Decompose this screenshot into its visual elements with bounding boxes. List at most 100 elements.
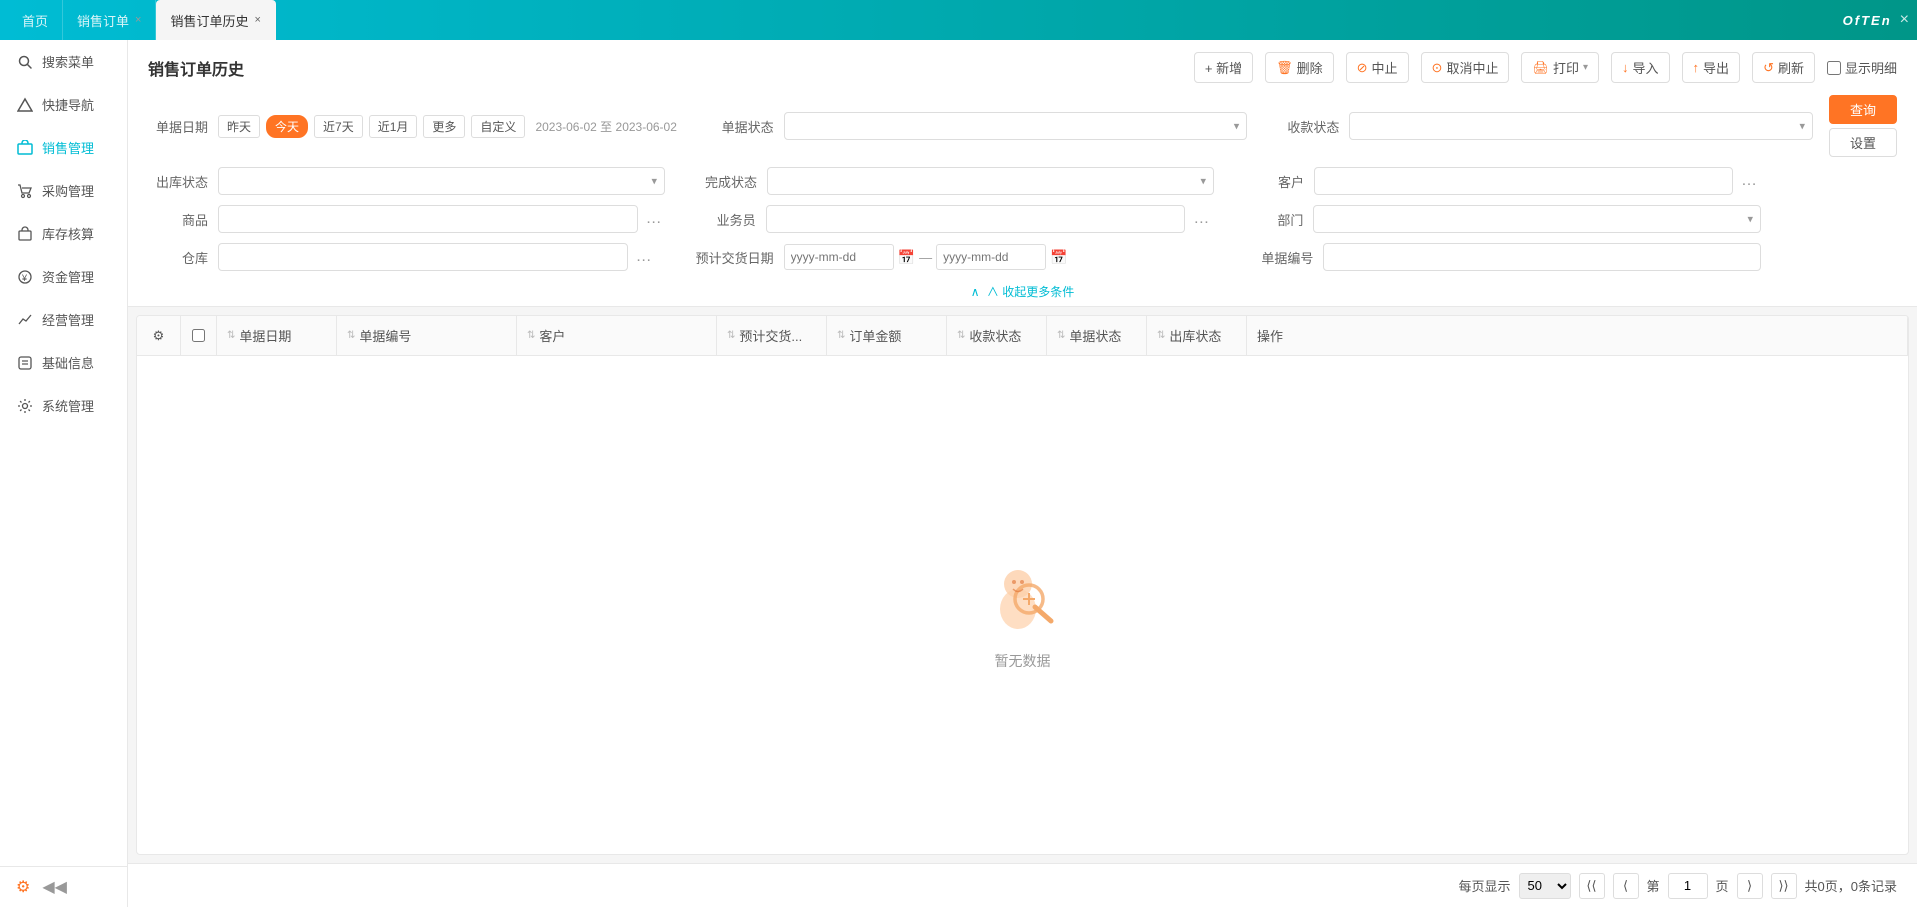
ship-status-label: 出库状态 [148, 172, 218, 191]
bill-no-input[interactable] [1323, 243, 1761, 271]
bill-status-select[interactable] [784, 112, 1248, 140]
th-checkbox[interactable] [181, 316, 217, 355]
sidebar-settings-icon[interactable]: ⚙ [16, 877, 30, 897]
th-delivery[interactable]: ⇅ 预计交货... [717, 316, 827, 355]
bill-no-wrapper [1323, 243, 1761, 271]
display-checkbox[interactable] [1827, 61, 1841, 75]
sidebar-item-search[interactable]: 搜索菜单 [0, 40, 127, 83]
th-customer[interactable]: ⇅ 客户 [517, 316, 717, 355]
today-btn[interactable]: 今天 [266, 115, 308, 138]
select-all-checkbox[interactable] [192, 329, 205, 342]
salesman-dots[interactable]: … [1189, 210, 1213, 228]
th-ship-status[interactable]: ⇅ 出库状态 [1147, 316, 1247, 355]
th-pay-status[interactable]: ⇅ 收款状态 [947, 316, 1047, 355]
print-dropdown-icon: ▾ [1583, 62, 1588, 73]
cancel-stop-button[interactable]: ⊙ 取消中止 [1421, 52, 1510, 83]
pagination: 每页显示 50 10 20 100 ⟨⟨ ⟨ 第 页 ⟩ ⟩⟩ 共0页，0条记录 [128, 863, 1917, 907]
sidebar-item-capital[interactable]: ¥ 资金管理 [0, 255, 127, 298]
display-toggle[interactable]: 显示明细 [1827, 58, 1897, 77]
top-bar-right: OfTEn × [1843, 11, 1909, 29]
operation-icon [16, 311, 34, 329]
sidebar-label-operation: 经营管理 [42, 310, 94, 329]
sidebar-item-sales[interactable]: 销售管理 [0, 126, 127, 169]
prev-page-button[interactable]: ⟨ [1613, 873, 1639, 899]
salesman-input[interactable] [766, 205, 1186, 233]
collapse-bar[interactable]: ∧ ∧ 收起更多条件 [148, 277, 1897, 306]
settings-button[interactable]: 设置 [1829, 128, 1897, 157]
goods-dots[interactable]: … [642, 210, 666, 228]
custom-date-btn[interactable]: 自定义 [471, 115, 525, 138]
warehouse-input[interactable] [218, 243, 628, 271]
search-icon [16, 53, 34, 71]
calendar-from-icon[interactable]: 📅 [898, 249, 915, 266]
th-bill-date[interactable]: ⇅ 单据日期 [217, 316, 337, 355]
sidebar-item-sys-admin[interactable]: 系统管理 [0, 384, 127, 427]
sidebar-label-sales: 销售管理 [42, 138, 94, 157]
sort-icon-delivery: ⇅ [727, 330, 735, 341]
export-button[interactable]: ↑ 导出 [1682, 52, 1741, 83]
tab-home[interactable]: 首页 [8, 0, 63, 40]
sidebar-item-basic-info[interactable]: 基础信息 [0, 341, 127, 384]
th-bill-status[interactable]: ⇅ 单据状态 [1047, 316, 1147, 355]
quick-nav-icon [16, 96, 34, 114]
tab-sales-order-history[interactable]: 销售订单历史 × [156, 0, 275, 40]
warehouse-dots[interactable]: … [632, 248, 656, 266]
expected-date-from[interactable] [784, 244, 894, 270]
page-size-select[interactable]: 50 10 20 100 [1519, 873, 1571, 899]
goods-wrapper: … [218, 205, 666, 233]
window-close-button[interactable]: × [1900, 11, 1909, 29]
goods-input[interactable] [218, 205, 638, 233]
close-tab-sales-order-history[interactable]: × [254, 14, 260, 26]
stop-button[interactable]: ⊘ 中止 [1346, 52, 1409, 83]
expected-date-to[interactable] [936, 244, 1046, 270]
next-page-button[interactable]: ⟩ [1737, 873, 1763, 899]
calendar-to-icon[interactable]: 📅 [1050, 249, 1067, 266]
sidebar-bottom: ⚙ ◀◀ [0, 866, 127, 907]
pay-status-select[interactable] [1349, 112, 1813, 140]
sidebar-item-quick-nav[interactable]: 快捷导航 [0, 83, 127, 126]
last-page-button[interactable]: ⟩⟩ [1771, 873, 1797, 899]
ship-status-wrapper: ▾ [218, 167, 665, 195]
import-button[interactable]: ↓ 导入 [1611, 52, 1670, 83]
last-month-btn[interactable]: 近1月 [369, 115, 418, 138]
page-number-input[interactable] [1668, 873, 1708, 899]
close-tab-sales-order[interactable]: × [135, 14, 141, 26]
filter-row-3: 商品 … 业务员 … 部门 ▾ [148, 205, 1897, 233]
sidebar-label-capital: 资金管理 [42, 267, 94, 286]
query-button[interactable]: 查询 [1829, 95, 1897, 124]
tab-sales-order[interactable]: 销售订单 × [63, 0, 156, 40]
print-button[interactable]: 🖨 打印 ▾ [1521, 52, 1599, 83]
column-settings-icon[interactable]: ⚙ [153, 328, 165, 344]
page-label: 第 [1647, 876, 1660, 895]
delete-button[interactable]: 🗑 删除 [1265, 52, 1334, 83]
customer-input[interactable] [1314, 167, 1733, 195]
last7-btn[interactable]: 近7天 [314, 115, 363, 138]
sidebar-item-operation[interactable]: 经营管理 [0, 298, 127, 341]
th-settings[interactable]: ⚙ [137, 316, 181, 355]
more-date-btn[interactable]: 更多 [423, 115, 465, 138]
department-select[interactable] [1313, 205, 1761, 233]
complete-status-select[interactable] [767, 167, 1214, 195]
app-name: OfTEn [1843, 13, 1892, 28]
sidebar-item-inventory[interactable]: 库存核算 [0, 212, 127, 255]
date-range-separator: — [919, 250, 932, 265]
warehouse-label: 仓库 [148, 248, 218, 267]
th-amount[interactable]: ⇅ 订单金额 [827, 316, 947, 355]
empty-illustration [973, 539, 1073, 639]
pay-status-label: 收款状态 [1287, 117, 1349, 136]
refresh-button[interactable]: ↺ 刷新 [1752, 52, 1815, 83]
customer-dots[interactable]: … [1737, 172, 1761, 190]
page-title-row: 销售订单历史 + 新增 🗑 删除 ⊘ 中止 ⊙ 取消中止 [148, 52, 1897, 83]
sidebar-label-sys-admin: 系统管理 [42, 396, 94, 415]
sidebar-sound-icon[interactable]: ◀◀ [42, 877, 67, 897]
yesterday-btn[interactable]: 昨天 [218, 115, 260, 138]
first-page-button[interactable]: ⟨⟨ [1579, 873, 1605, 899]
salesman-wrapper: … [766, 205, 1214, 233]
new-button[interactable]: + 新增 [1194, 52, 1253, 83]
inventory-icon [16, 225, 34, 243]
th-bill-no[interactable]: ⇅ 单据编号 [337, 316, 517, 355]
page-size-label: 每页显示 [1458, 876, 1510, 895]
filter-section: 销售订单历史 + 新增 🗑 删除 ⊘ 中止 ⊙ 取消中止 [128, 40, 1917, 307]
ship-status-select[interactable] [218, 167, 665, 195]
sidebar-item-purchase[interactable]: 采购管理 [0, 169, 127, 212]
